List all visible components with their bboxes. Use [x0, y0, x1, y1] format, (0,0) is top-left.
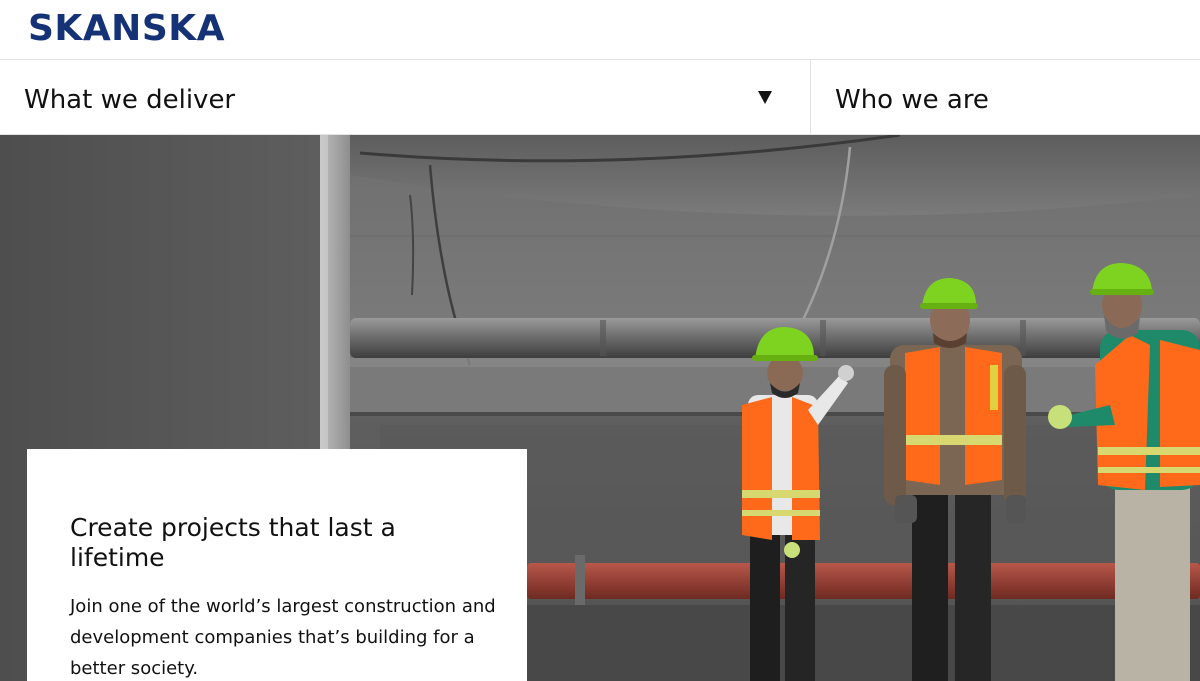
nav-item-label: Who we are [835, 85, 989, 115]
skanska-logo[interactable]: SKANSKA [28, 8, 225, 50]
hero-title: Create projects that last a lifetime [70, 513, 396, 572]
nav-item-what-we-deliver[interactable]: What we deliver [0, 60, 811, 134]
hero-card: Create projects that last a lifetime Joi… [27, 449, 527, 681]
caret-down-icon [758, 91, 772, 104]
hero-description: Join one of the world’s largest construc… [70, 596, 496, 679]
hero-section: Create projects that last a lifetime Joi… [0, 135, 1200, 681]
nav-item-who-we-are[interactable]: Who we are [811, 60, 1200, 134]
main-nav: What we deliver Who we are [0, 60, 1200, 135]
nav-item-label: What we deliver [24, 85, 236, 115]
site-header: SKANSKA [0, 0, 1200, 60]
